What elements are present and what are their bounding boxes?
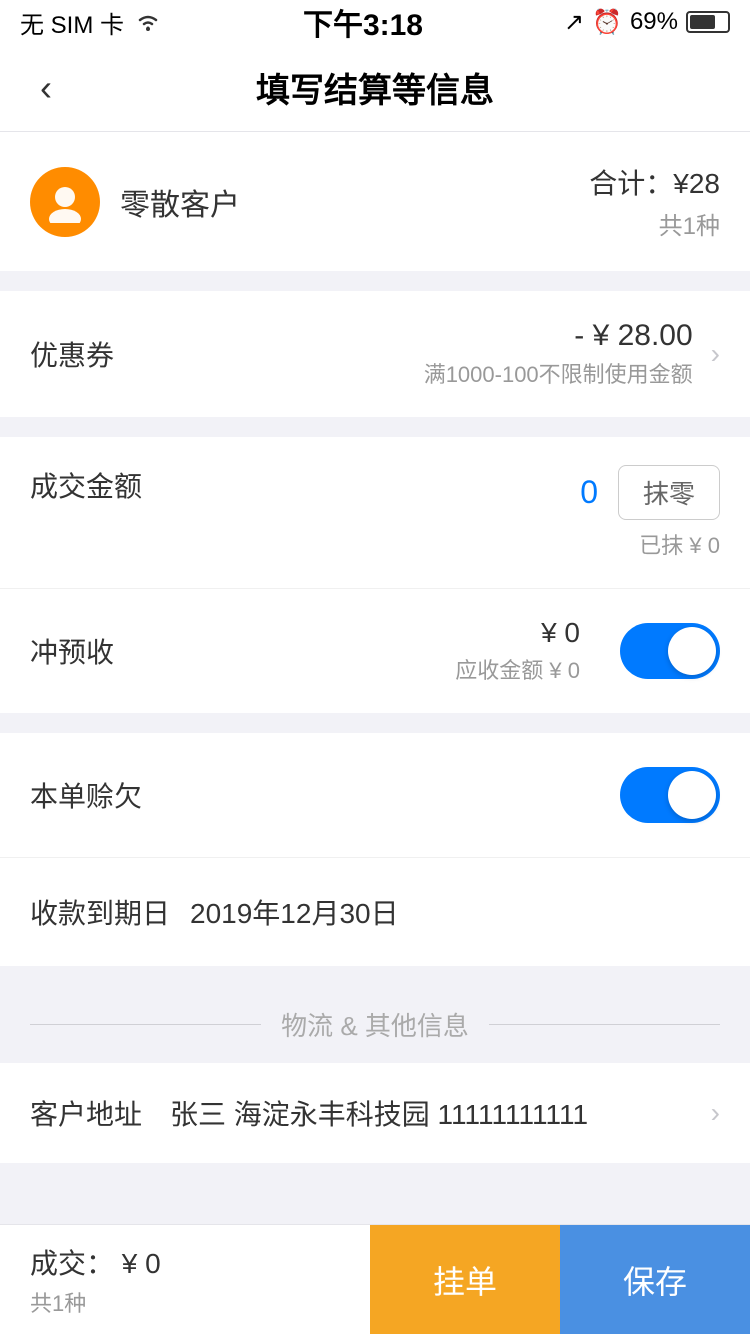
carrier-label: 无 SIM 卡	[20, 5, 124, 40]
chevron-right-icon: ›	[711, 338, 720, 370]
coupon-row[interactable]: 优惠券 - ¥ 28.00 满1000-100不限制使用金额 ›	[0, 291, 750, 417]
bottom-summary: 成交： ¥ 0 共1种	[0, 1242, 370, 1318]
customer-name: 零散客户	[120, 180, 240, 224]
due-date-row: 收款到期日 2019年12月30日	[0, 857, 750, 966]
deal-amount-row: 成交金额 0 抹零 已抹 ¥ 0	[0, 437, 750, 589]
address-chevron-icon: ›	[711, 1097, 720, 1129]
status-time: 下午3:18	[303, 0, 423, 44]
coupon-section: 优惠券 - ¥ 28.00 满1000-100不限制使用金额 ›	[0, 291, 750, 417]
coupon-amount: - ¥ 28.00	[424, 319, 693, 353]
deal-section: 成交金额 0 抹零 已抹 ¥ 0 冲预收 ¥ 0 应收金额 ¥ 0	[0, 437, 750, 713]
address-value: 张三 海淀永丰科技园 11111111111	[170, 1093, 703, 1133]
bottom-bar: 成交： ¥ 0 共1种 挂单 保存	[0, 1224, 750, 1334]
coupon-right: - ¥ 28.00 满1000-100不限制使用金额	[424, 319, 693, 389]
address-row[interactable]: 客户地址 张三 海淀永丰科技园 11111111111 ›	[0, 1063, 750, 1163]
debt-section: 本单赊欠 收款到期日 2019年12月30日	[0, 733, 750, 966]
alarm-icon: ⏰	[592, 8, 622, 37]
prepay-amount: ¥ 0	[455, 617, 580, 649]
avatar	[30, 167, 100, 237]
debt-toggle-knob	[668, 771, 716, 819]
customer-left: 零散客户	[30, 167, 240, 237]
header-line-left	[30, 1024, 261, 1025]
prepay-info: ¥ 0 应收金额 ¥ 0	[455, 617, 580, 685]
round-zero-button[interactable]: 抹零	[618, 465, 720, 520]
due-date-label: 收款到期日	[30, 892, 170, 932]
toggle-knob	[668, 627, 716, 675]
save-button[interactable]: 保存	[560, 1225, 750, 1334]
nav-bar: ‹ 填写结算等信息	[0, 44, 750, 132]
deal-amount-label: 成交金额	[30, 465, 150, 505]
page-title: 填写结算等信息	[256, 63, 494, 112]
status-right: ↗ ⏰ 69%	[564, 8, 730, 37]
due-date-value: 2019年12月30日	[190, 892, 399, 932]
debt-toggle[interactable]	[620, 767, 720, 823]
customer-row: 零散客户 合计：¥28 共1种	[0, 132, 750, 271]
debt-label: 本单赊欠	[30, 775, 150, 815]
prepay-label: 冲预收	[30, 631, 150, 671]
location-icon: ↗	[564, 8, 584, 37]
customer-section: 零散客户 合计：¥28 共1种	[0, 132, 750, 271]
status-left: 无 SIM 卡	[20, 5, 162, 40]
hang-order-button[interactable]: 挂单	[370, 1225, 560, 1334]
customer-right: 合计：¥28 共1种	[589, 162, 720, 241]
deal-right: 0 抹零	[580, 465, 720, 520]
address-label: 客户地址	[30, 1093, 150, 1133]
coupon-desc: 满1000-100不限制使用金额	[424, 357, 693, 389]
battery-icon	[686, 11, 730, 33]
total-count: 共1种	[589, 206, 720, 241]
coupon-label: 优惠券	[30, 334, 150, 374]
back-button[interactable]: ‹	[30, 57, 62, 119]
battery-label: 69%	[630, 8, 678, 36]
already-rounded-label: 已抹 ¥ 0	[639, 528, 720, 560]
prepay-row: 冲预收 ¥ 0 应收金额 ¥ 0	[0, 589, 750, 713]
content: 零散客户 合计：¥28 共1种 优惠券 - ¥ 28.00 满1000-100不…	[0, 132, 750, 1303]
deal-amount-value: 0	[580, 474, 598, 511]
header-line-right	[489, 1024, 720, 1025]
status-bar: 无 SIM 卡 下午3:18 ↗ ⏰ 69%	[0, 0, 750, 44]
total-amount: 合计：¥28	[589, 162, 720, 202]
bottom-deal-label: 成交： ¥ 0	[30, 1242, 340, 1282]
debt-row: 本单赊欠	[0, 733, 750, 857]
bottom-count: 共1种	[30, 1286, 340, 1318]
prepay-receivable: 应收金额 ¥ 0	[455, 653, 580, 685]
avatar-icon	[44, 181, 86, 223]
logistics-header: 物流 & 其他信息	[0, 986, 750, 1063]
wifi-icon	[134, 12, 162, 32]
prepay-toggle[interactable]	[620, 623, 720, 679]
logistics-label: 物流 & 其他信息	[261, 1006, 489, 1043]
